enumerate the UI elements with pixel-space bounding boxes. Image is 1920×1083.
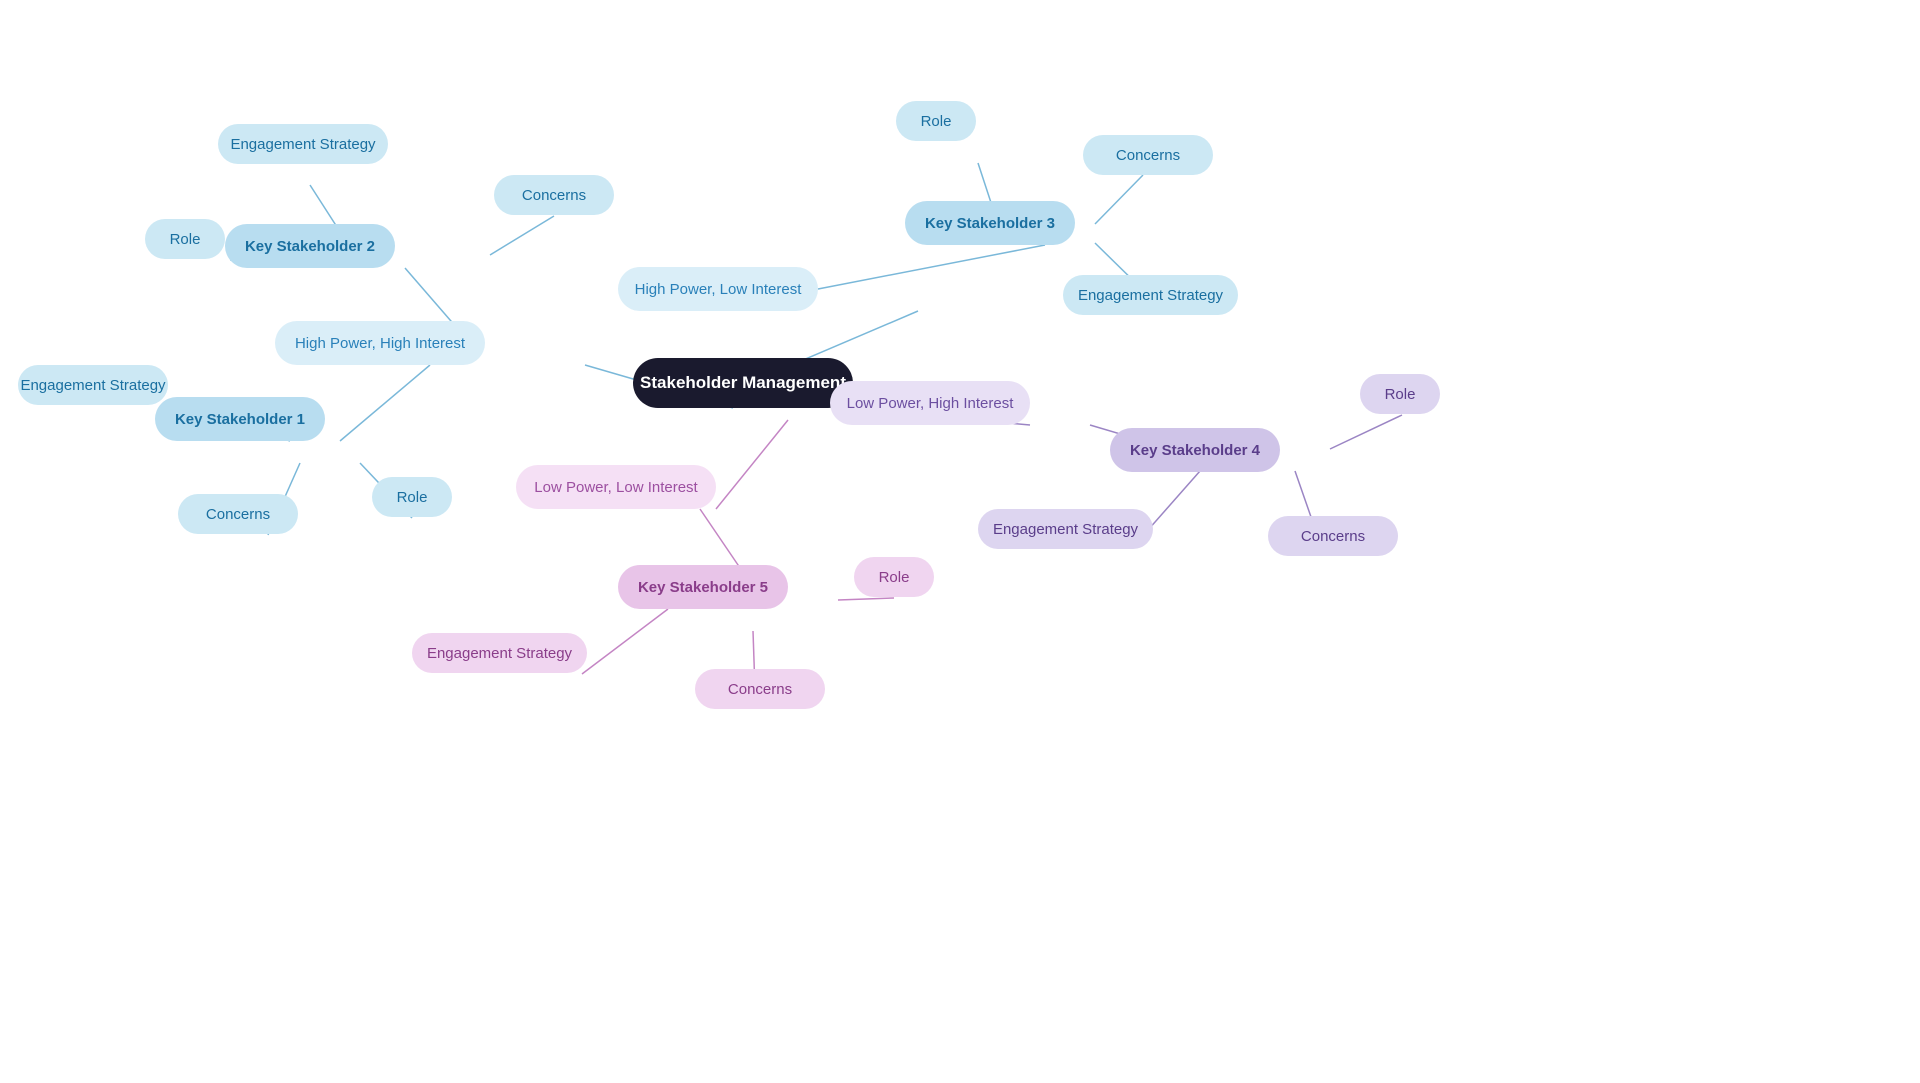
ks2-con-label: Concerns (522, 187, 586, 204)
category-hphi[interactable]: High Power, High Interest (275, 321, 485, 365)
ks2-engagement[interactable]: Engagement Strategy (218, 124, 388, 164)
ks4-label: Key Stakeholder 4 (1130, 442, 1260, 459)
ks5-con-label: Concerns (728, 681, 792, 698)
cat-lpli-label: Low Power, Low Interest (534, 479, 697, 496)
ks4-engagement[interactable]: Engagement Strategy (978, 509, 1153, 549)
ks3-concerns[interactable]: Concerns (1083, 135, 1213, 175)
ks2-eng-label: Engagement Strategy (230, 136, 375, 153)
ks2-role-label: Role (170, 231, 201, 248)
ks5-node[interactable]: Key Stakeholder 5 (618, 565, 788, 609)
ks5-role[interactable]: Role (854, 557, 934, 597)
ks4-node[interactable]: Key Stakeholder 4 (1110, 428, 1280, 472)
ks1-label: Key Stakeholder 1 (175, 411, 305, 428)
cat-hpli-label: High Power, Low Interest (635, 281, 802, 298)
ks3-role-label: Role (921, 113, 952, 130)
ks4-concerns[interactable]: Concerns (1268, 516, 1398, 556)
root-node[interactable]: Stakeholder Management (633, 358, 853, 408)
category-hpli[interactable]: High Power, Low Interest (618, 267, 818, 311)
ks3-node[interactable]: Key Stakeholder 3 (905, 201, 1075, 245)
ks4-eng-label: Engagement Strategy (993, 521, 1138, 538)
ks2-node[interactable]: Key Stakeholder 2 (225, 224, 395, 268)
ks3-engagement[interactable]: Engagement Strategy (1063, 275, 1238, 315)
ks1-node[interactable]: Key Stakeholder 1 (155, 397, 325, 441)
ks1-con-label: Concerns (206, 506, 270, 523)
ks1-engagement[interactable]: Engagement Strategy (18, 365, 168, 405)
ks4-role[interactable]: Role (1360, 374, 1440, 414)
ks3-role[interactable]: Role (896, 101, 976, 141)
root-label: Stakeholder Management (640, 373, 846, 393)
ks3-label: Key Stakeholder 3 (925, 215, 1055, 232)
ks5-label: Key Stakeholder 5 (638, 579, 768, 596)
ks4-role-label: Role (1385, 386, 1416, 403)
category-lphi[interactable]: Low Power, High Interest (830, 381, 1030, 425)
ks3-eng-label: Engagement Strategy (1078, 287, 1223, 304)
cat-lphi-label: Low Power, High Interest (847, 395, 1014, 412)
ks4-con-label: Concerns (1301, 528, 1365, 545)
category-lpli[interactable]: Low Power, Low Interest (516, 465, 716, 509)
ks2-role[interactable]: Role (145, 219, 225, 259)
ks1-role[interactable]: Role (372, 477, 452, 517)
cat-hphi-label: High Power, High Interest (295, 335, 465, 352)
ks1-eng-label: Engagement Strategy (20, 377, 165, 394)
ks5-role-label: Role (879, 569, 910, 586)
ks2-label: Key Stakeholder 2 (245, 238, 375, 255)
ks1-role-label: Role (397, 489, 428, 506)
ks1-concerns[interactable]: Concerns (178, 494, 298, 534)
ks2-concerns[interactable]: Concerns (494, 175, 614, 215)
ks5-engagement[interactable]: Engagement Strategy (412, 633, 587, 673)
ks3-con-label: Concerns (1116, 147, 1180, 164)
ks5-concerns[interactable]: Concerns (695, 669, 825, 709)
ks5-eng-label: Engagement Strategy (427, 645, 572, 662)
